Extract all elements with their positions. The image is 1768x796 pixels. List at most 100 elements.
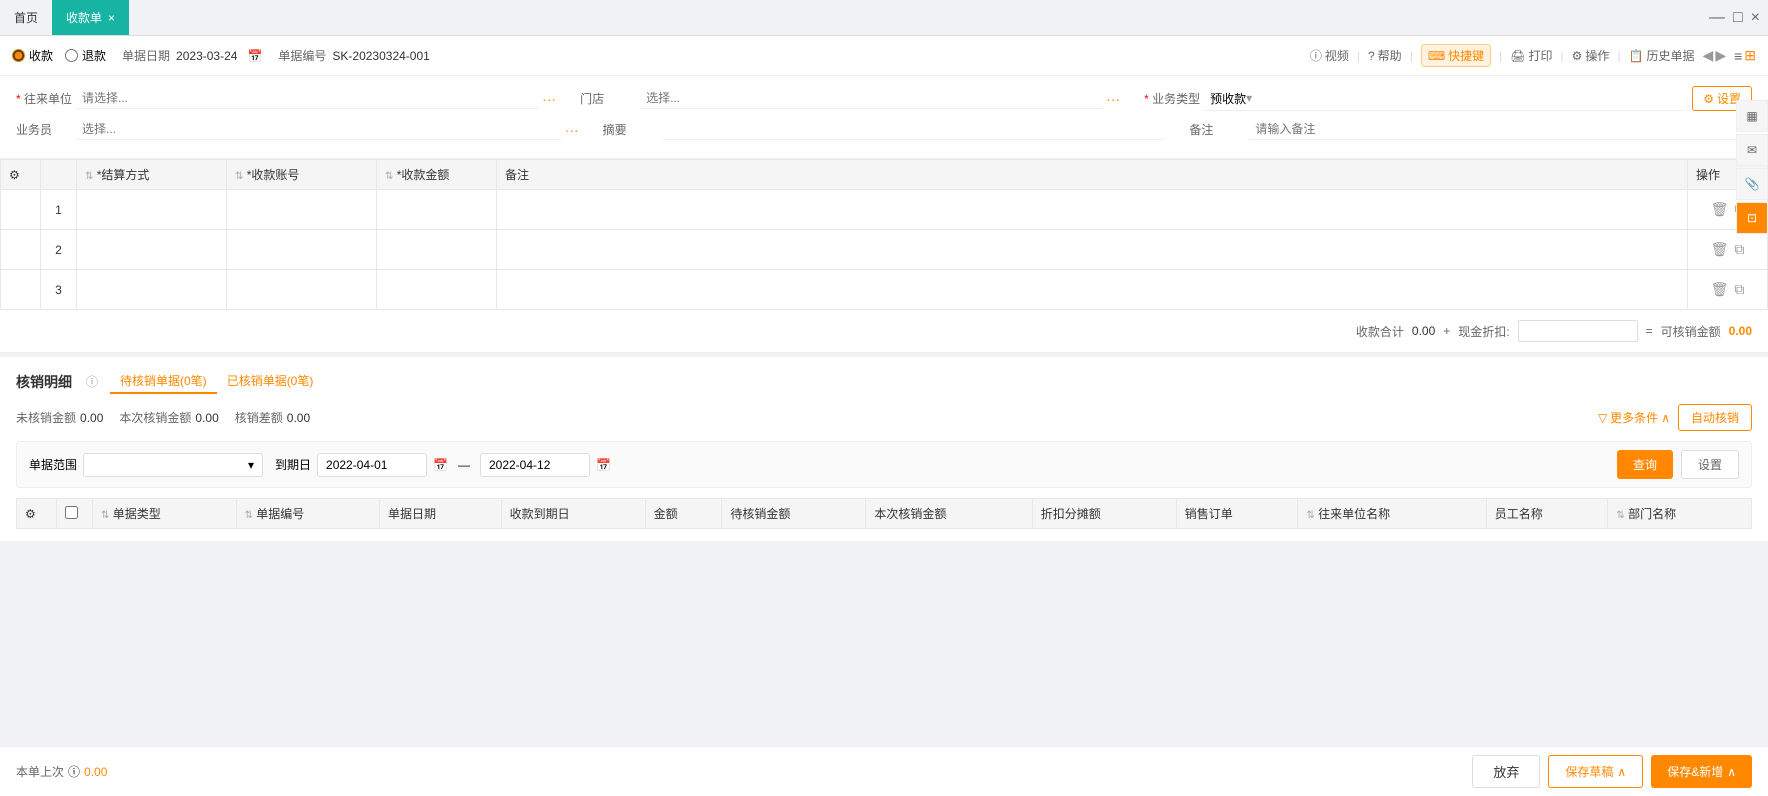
delete-icon-2[interactable]: 🗑 [1711, 241, 1729, 258]
discount-input[interactable] [1518, 320, 1638, 342]
filter-row: 单据范围 ▾ 到期日 📅 — 📅 查询 设置 [16, 441, 1752, 488]
calendar-start-icon[interactable]: 📅 [433, 458, 448, 472]
sort-icon: ⇅ [235, 171, 243, 182]
top-toolbar: 收款 退款 单据日期 2023-03-24 📅 单据编号 SK-20230324… [0, 36, 1768, 76]
prev-value: 0.00 [84, 765, 107, 779]
more-conditions-btn[interactable]: ▽ 更多条件 ∧ [1598, 409, 1670, 426]
store-more-btn[interactable]: ··· [1106, 91, 1120, 107]
query-btn[interactable]: 查询 [1617, 450, 1673, 479]
calendar-icon[interactable]: 📅 [247, 49, 262, 63]
staff-input[interactable] [76, 119, 561, 140]
form-section: 往来单位 ··· 门店 ··· 业务类型 预收款 ▾ ⚙ 设置 业务员 [0, 76, 1768, 159]
amount-input-2[interactable] [385, 243, 488, 257]
right-panel-attachment-icon[interactable]: 📎 [1736, 168, 1768, 200]
counterpart-more-btn[interactable]: ··· [542, 91, 556, 107]
radio-refund[interactable]: 退款 [65, 47, 106, 64]
range-label: 单据范围 [29, 456, 77, 473]
operations-btn[interactable]: ⚙ 操作 [1572, 47, 1610, 64]
tab-done[interactable]: 已核销单据(0笔) [217, 369, 324, 394]
right-panel-screenshot-icon[interactable]: ⊡ [1736, 202, 1768, 234]
staff-label: 业务员 [16, 121, 76, 138]
close-tab-icon[interactable]: × [108, 11, 115, 25]
remark-input-3[interactable] [505, 283, 1679, 297]
bottom-table: ⚙ ⇅ 单据类型 ⇅ 单据编号 单据日期 [16, 498, 1752, 529]
discount-label: 现金折扣: [1458, 323, 1509, 340]
mail-icon: ✉ [1747, 143, 1757, 157]
help-btn[interactable]: ? 帮助 [1368, 47, 1402, 64]
right-panel-mail-icon[interactable]: ✉ [1736, 134, 1768, 166]
th-settings[interactable]: ⚙ [1, 160, 41, 190]
settlement-input-3[interactable] [85, 283, 218, 297]
th-amount: ⇅ *收款金额 [377, 160, 497, 190]
range-select[interactable]: ▾ [83, 453, 263, 477]
save-new-button[interactable]: 保存&新增 ∧ [1651, 755, 1752, 788]
abandon-button[interactable]: 放弃 [1472, 755, 1540, 788]
sort-icon: ⇅ [1306, 510, 1314, 521]
select-all-checkbox[interactable] [65, 506, 78, 519]
prev-info-icon[interactable]: ⓘ [68, 763, 80, 780]
summary-field: 摘要 [603, 119, 1166, 140]
tab-home[interactable]: 首页 [0, 0, 52, 35]
radio-receipt[interactable]: 收款 [12, 47, 53, 64]
save-draft-button[interactable]: 保存草稿 ∧ [1548, 755, 1643, 788]
filter-settings-btn[interactable]: 设置 [1681, 450, 1739, 479]
tab-receipt[interactable]: 收款单 × [52, 0, 129, 35]
copy-icon-3[interactable]: ⧉ [1734, 281, 1744, 298]
view-grid-btn[interactable]: ⊞ [1744, 47, 1756, 64]
bth-settings[interactable]: ⚙ [17, 499, 57, 529]
nav-prev-icon[interactable]: ◀ [1703, 47, 1714, 64]
nav-next-icon[interactable]: ▶ [1715, 47, 1726, 64]
business-type-select[interactable]: 预收款 ▾ [1204, 87, 1684, 111]
sort-icon: ⇅ [85, 171, 93, 182]
table-row: 1 🗑 ⧉ [1, 190, 1768, 230]
current-stat: 本次核销金额 0.00 [119, 409, 218, 426]
window-controls: — □ × [1709, 9, 1768, 27]
remark-input-1[interactable] [505, 203, 1679, 217]
row-actions-2: 🗑 ⧉ [1696, 241, 1759, 258]
account-input-1[interactable] [235, 203, 368, 217]
form-row-2: 业务员 ··· 摘要 备注 [16, 119, 1752, 140]
counterpart-input[interactable] [76, 88, 538, 109]
attachment-icon: 📎 [1745, 177, 1760, 191]
view-list-btn[interactable]: ≡ [1734, 48, 1742, 64]
delete-icon-3[interactable]: 🗑 [1711, 281, 1729, 298]
doc-number-value: SK-20230324-001 [332, 49, 429, 63]
print-btn[interactable]: 🖨 打印 [1510, 47, 1552, 64]
settlement-input-1[interactable] [85, 203, 218, 217]
account-input-3[interactable] [235, 283, 368, 297]
summary-input[interactable] [663, 119, 1166, 140]
tab-receipt-label: 收款单 [66, 9, 102, 26]
store-input[interactable] [640, 88, 1102, 109]
copy-icon-2[interactable]: ⧉ [1734, 241, 1744, 258]
calendar-end-icon[interactable]: 📅 [596, 458, 611, 472]
minimize-button[interactable]: — [1709, 9, 1725, 27]
auto-verify-btn[interactable]: 自动核销 [1678, 404, 1752, 431]
ops-icon: ⚙ [1572, 49, 1583, 63]
close-button[interactable]: × [1751, 9, 1760, 27]
tab-bar: 首页 收款单 × — □ × [0, 0, 1768, 36]
history-btn[interactable]: 📋 历史单据 [1629, 47, 1695, 64]
account-input-2[interactable] [235, 243, 368, 257]
bth-current: 本次核销金额 [866, 499, 1032, 529]
delete-icon-1[interactable]: 🗑 [1711, 201, 1729, 218]
due-date-start-input[interactable] [317, 453, 427, 477]
amount-input-3[interactable] [385, 283, 488, 297]
sort-icon: ⇅ [245, 510, 253, 521]
remark-input-2[interactable] [505, 243, 1679, 257]
remark-input[interactable] [1249, 119, 1752, 140]
info-icon[interactable]: ⓘ [86, 373, 98, 390]
chevron-down-icon: ▾ [248, 458, 254, 472]
due-date-end-input[interactable] [480, 453, 590, 477]
staff-more-btn[interactable]: ··· [565, 122, 579, 138]
sort-icon: ⇅ [101, 510, 109, 521]
amount-input-1[interactable] [385, 203, 488, 217]
shortcut-btn[interactable]: ⌨ 快捷键 [1421, 44, 1491, 67]
video-btn[interactable]: ⓘ 视频 [1310, 47, 1349, 64]
maximize-button[interactable]: □ [1733, 9, 1743, 27]
settlement-input-2[interactable] [85, 243, 218, 257]
footer-buttons: 放弃 保存草稿 ∧ 保存&新增 ∧ [1472, 755, 1752, 788]
save-draft-arrow-icon: ∧ [1617, 765, 1626, 779]
right-panel-table-icon[interactable]: ▦ [1736, 100, 1768, 132]
bth-discount: 折扣分摊额 [1032, 499, 1176, 529]
tab-pending[interactable]: 待核销单据(0笔) [110, 369, 217, 394]
